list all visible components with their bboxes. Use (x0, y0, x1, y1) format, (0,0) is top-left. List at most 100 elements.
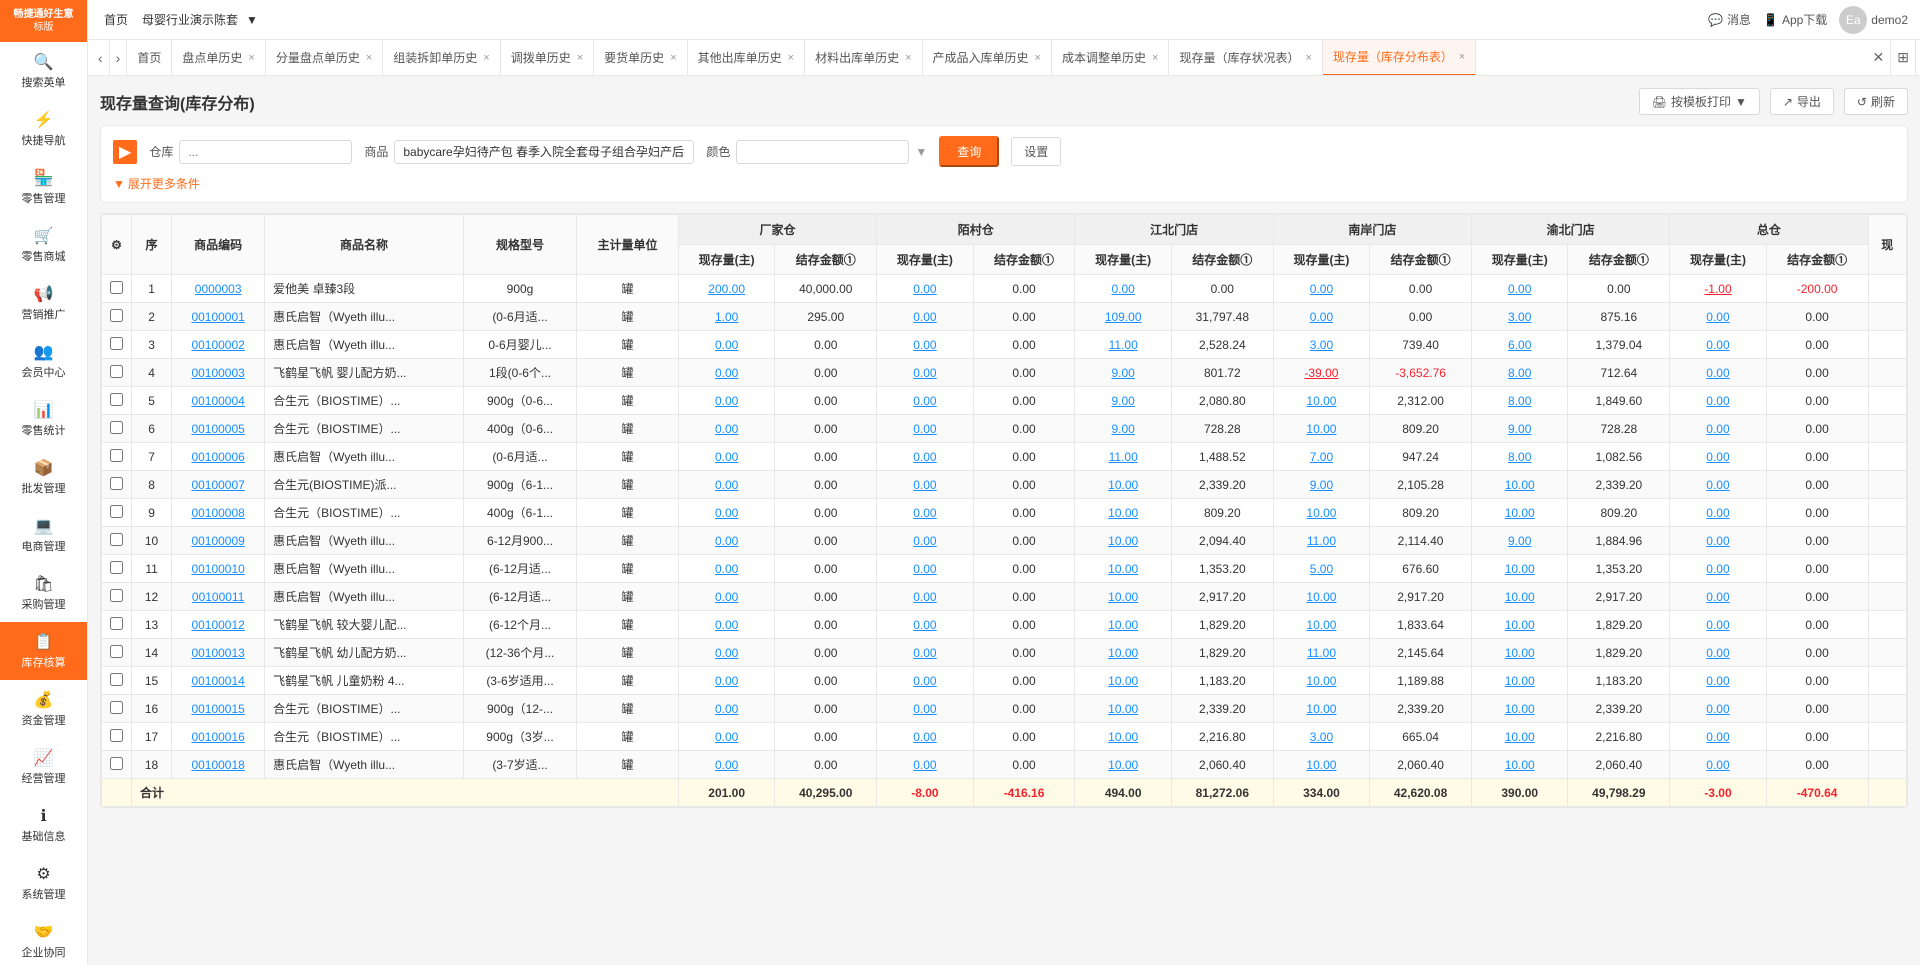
row-jiangbei-qty[interactable]: 10.00 (1075, 611, 1171, 639)
row-factory-qty[interactable]: 0.00 (678, 331, 774, 359)
tab-prev-btn[interactable]: ‹ (92, 40, 110, 76)
row-check[interactable] (102, 751, 132, 779)
row-check[interactable] (102, 527, 132, 555)
expand-more-btn[interactable]: ▼ 展开更多条件 (113, 175, 1895, 192)
row-jiangbei-qty[interactable]: 10.00 (1075, 723, 1171, 751)
tab-transfer[interactable]: 调拨单历史× (501, 40, 594, 76)
row-factory-qty[interactable]: 0.00 (678, 695, 774, 723)
row-check[interactable] (102, 387, 132, 415)
row-factory-qty[interactable]: 0.00 (678, 387, 774, 415)
row-total-qty[interactable]: 0.00 (1670, 387, 1766, 415)
tab-close-cost-adjust[interactable]: × (1152, 52, 1158, 64)
row-nanan-qty[interactable]: 3.00 (1273, 331, 1369, 359)
row-code[interactable]: 00100016 (172, 723, 265, 751)
row-nanan-qty[interactable]: 9.00 (1273, 471, 1369, 499)
row-total-qty[interactable]: 0.00 (1670, 443, 1766, 471)
row-yubei-qty[interactable]: 10.00 (1471, 667, 1567, 695)
row-nanan-qty[interactable]: 10.00 (1273, 387, 1369, 415)
row-total-qty[interactable]: 0.00 (1670, 499, 1766, 527)
row-nanan-qty[interactable]: 10.00 (1273, 415, 1369, 443)
tab-assemble[interactable]: 组装拆卸单历史× (383, 40, 500, 76)
row-mucun-qty[interactable]: 0.00 (877, 499, 973, 527)
row-check[interactable] (102, 331, 132, 359)
row-total-qty[interactable]: 0.00 (1670, 751, 1766, 779)
row-factory-qty[interactable]: 0.00 (678, 471, 774, 499)
row-jiangbei-qty[interactable]: 10.00 (1075, 667, 1171, 695)
row-factory-qty[interactable]: 0.00 (678, 527, 774, 555)
tab-close-inventory-count[interactable]: × (248, 52, 254, 64)
tab-close-transfer[interactable]: × (577, 52, 583, 64)
row-check[interactable] (102, 415, 132, 443)
color-input[interactable] (736, 140, 909, 164)
row-mucun-qty[interactable]: 0.00 (877, 387, 973, 415)
row-jiangbei-qty[interactable]: 10.00 (1075, 527, 1171, 555)
row-check[interactable] (102, 611, 132, 639)
app-download-btn[interactable]: 📱 App下载 (1763, 11, 1827, 28)
row-mucun-qty[interactable]: 0.00 (877, 723, 973, 751)
row-nanan-qty[interactable]: 0.00 (1273, 303, 1369, 331)
sidebar-item-purchase[interactable]: 🛍采购管理 (0, 564, 87, 622)
row-yubei-qty[interactable]: 9.00 (1471, 415, 1567, 443)
row-code[interactable]: 00100006 (172, 443, 265, 471)
row-mucun-qty[interactable]: 0.00 (877, 471, 973, 499)
row-nanan-qty[interactable]: 10.00 (1273, 611, 1369, 639)
row-jiangbei-qty[interactable]: 9.00 (1075, 415, 1171, 443)
row-factory-qty[interactable]: 0.00 (678, 611, 774, 639)
row-code[interactable]: 00100003 (172, 359, 265, 387)
tab-requisition[interactable]: 要货单历史× (594, 40, 687, 76)
row-code[interactable]: 0000003 (172, 275, 265, 303)
row-jiangbei-qty[interactable]: 10.00 (1075, 751, 1171, 779)
row-jiangbei-qty[interactable]: 11.00 (1075, 443, 1171, 471)
row-jiangbei-qty[interactable]: 10.00 (1075, 639, 1171, 667)
row-code[interactable]: 00100012 (172, 611, 265, 639)
query-btn[interactable]: 查询 (939, 136, 999, 167)
row-code[interactable]: 00100005 (172, 415, 265, 443)
row-jiangbei-qty[interactable]: 11.00 (1075, 331, 1171, 359)
row-nanan-qty[interactable]: 10.00 (1273, 751, 1369, 779)
row-check[interactable] (102, 303, 132, 331)
row-yubei-qty[interactable]: 10.00 (1471, 751, 1567, 779)
row-nanan-qty[interactable]: 10.00 (1273, 695, 1369, 723)
row-yubei-qty[interactable]: 10.00 (1471, 611, 1567, 639)
tab-close-requisition[interactable]: × (670, 52, 676, 64)
row-check[interactable] (102, 555, 132, 583)
row-mucun-qty[interactable]: 0.00 (877, 751, 973, 779)
row-factory-qty[interactable]: 0.00 (678, 583, 774, 611)
row-check[interactable] (102, 443, 132, 471)
row-factory-qty[interactable]: 0.00 (678, 443, 774, 471)
row-factory-qty[interactable]: 0.00 (678, 639, 774, 667)
home-nav[interactable]: 首页 (100, 11, 132, 28)
row-yubei-qty[interactable]: 10.00 (1471, 583, 1567, 611)
user-avatar[interactable]: Ea demo2 (1839, 6, 1908, 34)
row-total-qty[interactable]: 0.00 (1670, 471, 1766, 499)
sidebar-item-marketing[interactable]: 📢营销推广 (0, 274, 87, 332)
row-yubei-qty[interactable]: 0.00 (1471, 275, 1567, 303)
warehouse-input[interactable] (179, 140, 352, 164)
row-yubei-qty[interactable]: 10.00 (1471, 471, 1567, 499)
tab-split-count[interactable]: 分量盘点单历史× (266, 40, 383, 76)
tab-cost-adjust[interactable]: 成本调整单历史× (1052, 40, 1169, 76)
row-total-qty[interactable]: 0.00 (1670, 555, 1766, 583)
row-factory-qty[interactable]: 0.00 (678, 555, 774, 583)
tab-home[interactable]: 首页 (127, 40, 172, 76)
row-yubei-qty[interactable]: 10.00 (1471, 639, 1567, 667)
row-jiangbei-qty[interactable]: 10.00 (1075, 695, 1171, 723)
setting-btn[interactable]: 设置 (1011, 137, 1061, 166)
row-check[interactable] (102, 695, 132, 723)
row-mucun-qty[interactable]: 0.00 (877, 303, 973, 331)
tab-other-out[interactable]: 其他出库单历史× (688, 40, 805, 76)
sidebar-item-retail-mall[interactable]: 🛒零售商城 (0, 216, 87, 274)
row-factory-qty[interactable]: 0.00 (678, 667, 774, 695)
row-jiangbei-qty[interactable]: 0.00 (1075, 275, 1171, 303)
row-check[interactable] (102, 275, 132, 303)
row-factory-qty[interactable]: 200.00 (678, 275, 774, 303)
row-total-qty[interactable]: 0.00 (1670, 695, 1766, 723)
row-yubei-qty[interactable]: 8.00 (1471, 359, 1567, 387)
sidebar-item-stock[interactable]: 📋库存核算 (0, 622, 87, 680)
row-code[interactable]: 00100008 (172, 499, 265, 527)
tab-close-stock-status[interactable]: × (1305, 52, 1311, 64)
row-jiangbei-qty[interactable]: 10.00 (1075, 583, 1171, 611)
row-yubei-qty[interactable]: 8.00 (1471, 387, 1567, 415)
sidebar-item-search[interactable]: 🔍搜索英单 (0, 42, 87, 100)
row-check[interactable] (102, 499, 132, 527)
